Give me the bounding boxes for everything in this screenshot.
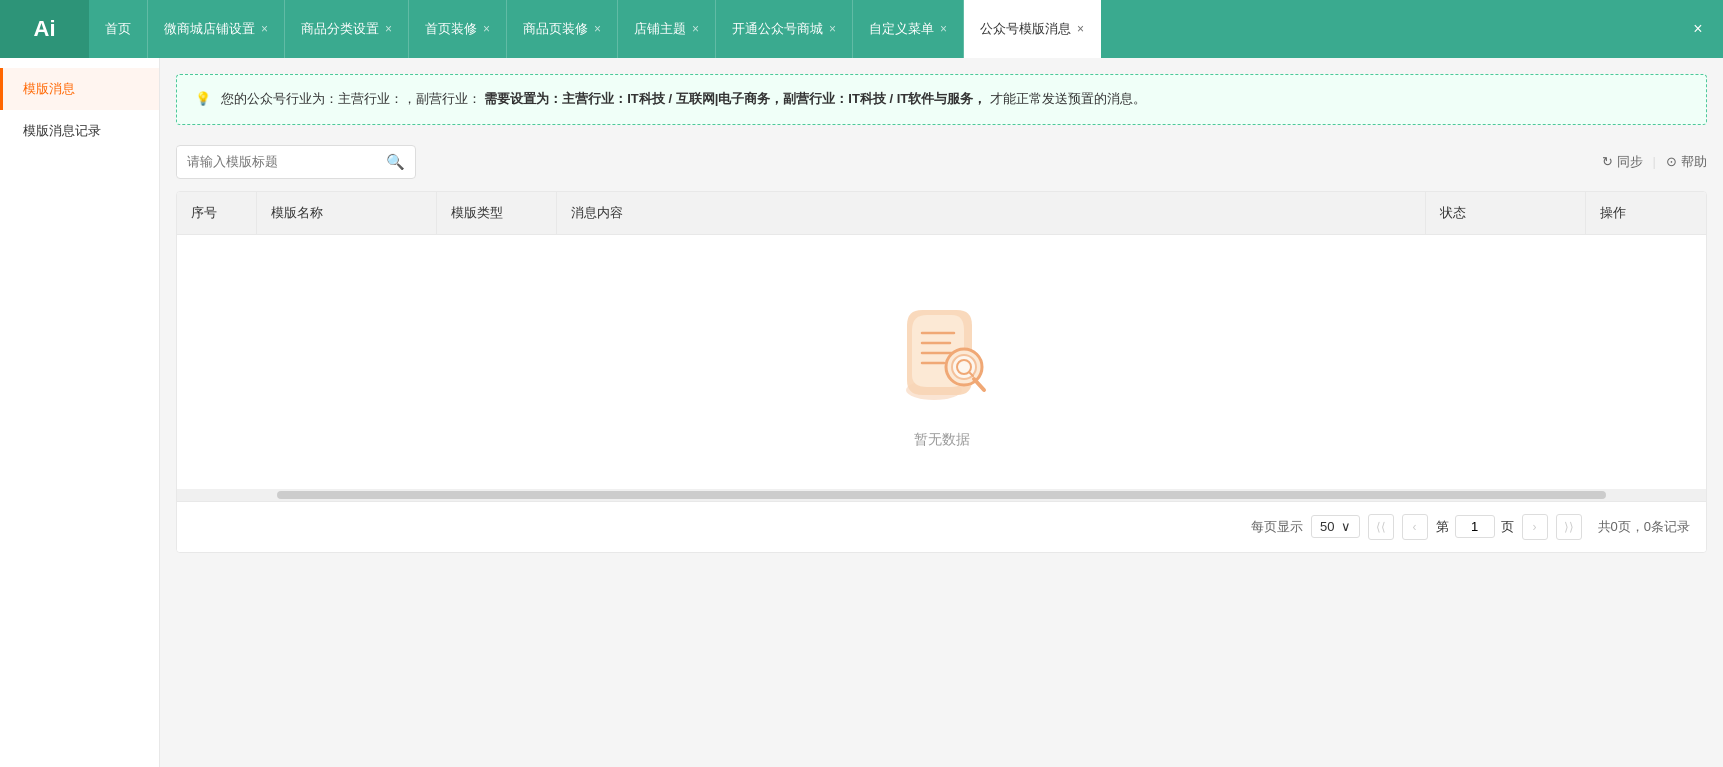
app-logo: Ai (0, 0, 89, 58)
help-label: 帮助 (1681, 153, 1707, 171)
nav-tab-template-message[interactable]: 公众号模版消息× (964, 0, 1101, 58)
toolbar-divider: | (1653, 154, 1656, 169)
nav-tab-close-homepage-decoration[interactable]: × (483, 22, 490, 36)
data-table: 序号模版名称模版类型消息内容状态操作 (176, 191, 1707, 553)
page-label: 第 (1436, 518, 1449, 536)
nav-tab-open-mall[interactable]: 开通公众号商城× (716, 0, 853, 58)
horizontal-scrollbar[interactable] (177, 489, 1706, 501)
nav-tab-product-decoration[interactable]: 商品页装修× (507, 0, 618, 58)
nav-tab-home[interactable]: 首页 (89, 0, 148, 58)
table-header-模版名称: 模版名称 (257, 192, 437, 234)
nav-tab-shop-theme[interactable]: 店铺主题× (618, 0, 716, 58)
nav-tab-close-wshop-settings[interactable]: × (261, 22, 268, 36)
nav-tab-close-shop-theme[interactable]: × (692, 22, 699, 36)
nav-tab-category-settings[interactable]: 商品分类设置× (285, 0, 409, 58)
notice-banner: 💡 您的公众号行业为：主营行业：，副营行业： 需要设置为：主营行业：IT科技 /… (176, 74, 1707, 125)
page-size-value: 50 (1320, 519, 1334, 534)
total-info: 共0页，0条记录 (1598, 518, 1690, 536)
nav-tab-close-category-settings[interactable]: × (385, 22, 392, 36)
nav-tabs-container: 首页微商城店铺设置×商品分类设置×首页装修×商品页装修×店铺主题×开通公众号商城… (89, 0, 1673, 58)
table-header-模版类型: 模版类型 (437, 192, 557, 234)
help-button[interactable]: ⊙ 帮助 (1666, 153, 1707, 171)
content-area: 💡 您的公众号行业为：主营行业：，副营行业： 需要设置为：主营行业：IT科技 /… (160, 58, 1723, 767)
search-input[interactable] (177, 147, 376, 176)
page-input-wrap: 第 页 (1436, 515, 1514, 538)
empty-illustration (882, 295, 1002, 415)
notice-text-after: 才能正常发送预置的消息。 (990, 91, 1146, 106)
nav-tab-close-custom-menu[interactable]: × (940, 22, 947, 36)
search-box: 🔍 (176, 145, 416, 179)
notice-icon: 💡 (195, 91, 211, 106)
toolbar: 🔍 ↻ 同步 | ⊙ 帮助 (176, 145, 1707, 179)
sidebar-item-template-message-log[interactable]: 模版消息记录 (0, 110, 159, 152)
page-size-select[interactable]: 50 ∨ (1311, 515, 1359, 538)
notice-text-before: 您的公众号行业为：主营行业：，副营行业： (221, 91, 481, 106)
sidebar-item-template-message[interactable]: 模版消息 (0, 68, 159, 110)
notice-highlight: 需要设置为：主营行业：IT科技 / 互联网|电子商务，副营行业：IT科技 / I… (484, 91, 986, 106)
top-navigation: Ai 首页微商城店铺设置×商品分类设置×首页装修×商品页装修×店铺主题×开通公众… (0, 0, 1723, 58)
svg-line-7 (974, 379, 984, 390)
table-header-操作: 操作 (1586, 192, 1706, 234)
page-number-input[interactable] (1455, 515, 1495, 538)
sidebar: 模版消息模版消息记录 (0, 58, 160, 767)
help-icon: ⊙ (1666, 154, 1677, 169)
scrollbar-thumb[interactable] (277, 491, 1606, 499)
nav-tab-close-template-message[interactable]: × (1077, 22, 1084, 36)
nav-tab-close-open-mall[interactable]: × (829, 22, 836, 36)
prev-page-button[interactable]: ‹ (1402, 514, 1428, 540)
table-header-序号: 序号 (177, 192, 257, 234)
pagination: 每页显示 50 ∨ ⟨⟨ ‹ 第 页 › ⟩⟩ 共0页，0条记录 (177, 501, 1706, 552)
sync-icon: ↻ (1602, 154, 1613, 169)
nav-tab-close-product-decoration[interactable]: × (594, 22, 601, 36)
sync-button[interactable]: ↻ 同步 (1602, 153, 1643, 171)
empty-state: 暂无数据 (177, 235, 1706, 489)
nav-tab-homepage-decoration[interactable]: 首页装修× (409, 0, 507, 58)
table-header-消息内容: 消息内容 (557, 192, 1426, 234)
page-size-chevron: ∨ (1341, 519, 1351, 534)
empty-text: 暂无数据 (914, 431, 970, 449)
main-layout: 模版消息模版消息记录 💡 您的公众号行业为：主营行业：，副营行业： 需要设置为：… (0, 58, 1723, 767)
last-page-button[interactable]: ⟩⟩ (1556, 514, 1582, 540)
sync-label: 同步 (1617, 153, 1643, 171)
page-unit: 页 (1501, 518, 1514, 536)
table-header-状态: 状态 (1426, 192, 1586, 234)
toolbar-right: ↻ 同步 | ⊙ 帮助 (1602, 153, 1707, 171)
table-header: 序号模版名称模版类型消息内容状态操作 (177, 192, 1706, 235)
nav-tab-wshop-settings[interactable]: 微商城店铺设置× (148, 0, 285, 58)
first-page-button[interactable]: ⟨⟨ (1368, 514, 1394, 540)
next-page-button[interactable]: › (1522, 514, 1548, 540)
per-page-label: 每页显示 (1251, 518, 1303, 536)
search-button[interactable]: 🔍 (376, 146, 415, 178)
nav-tab-custom-menu[interactable]: 自定义菜单× (853, 0, 964, 58)
global-close-button[interactable]: × (1673, 0, 1723, 58)
